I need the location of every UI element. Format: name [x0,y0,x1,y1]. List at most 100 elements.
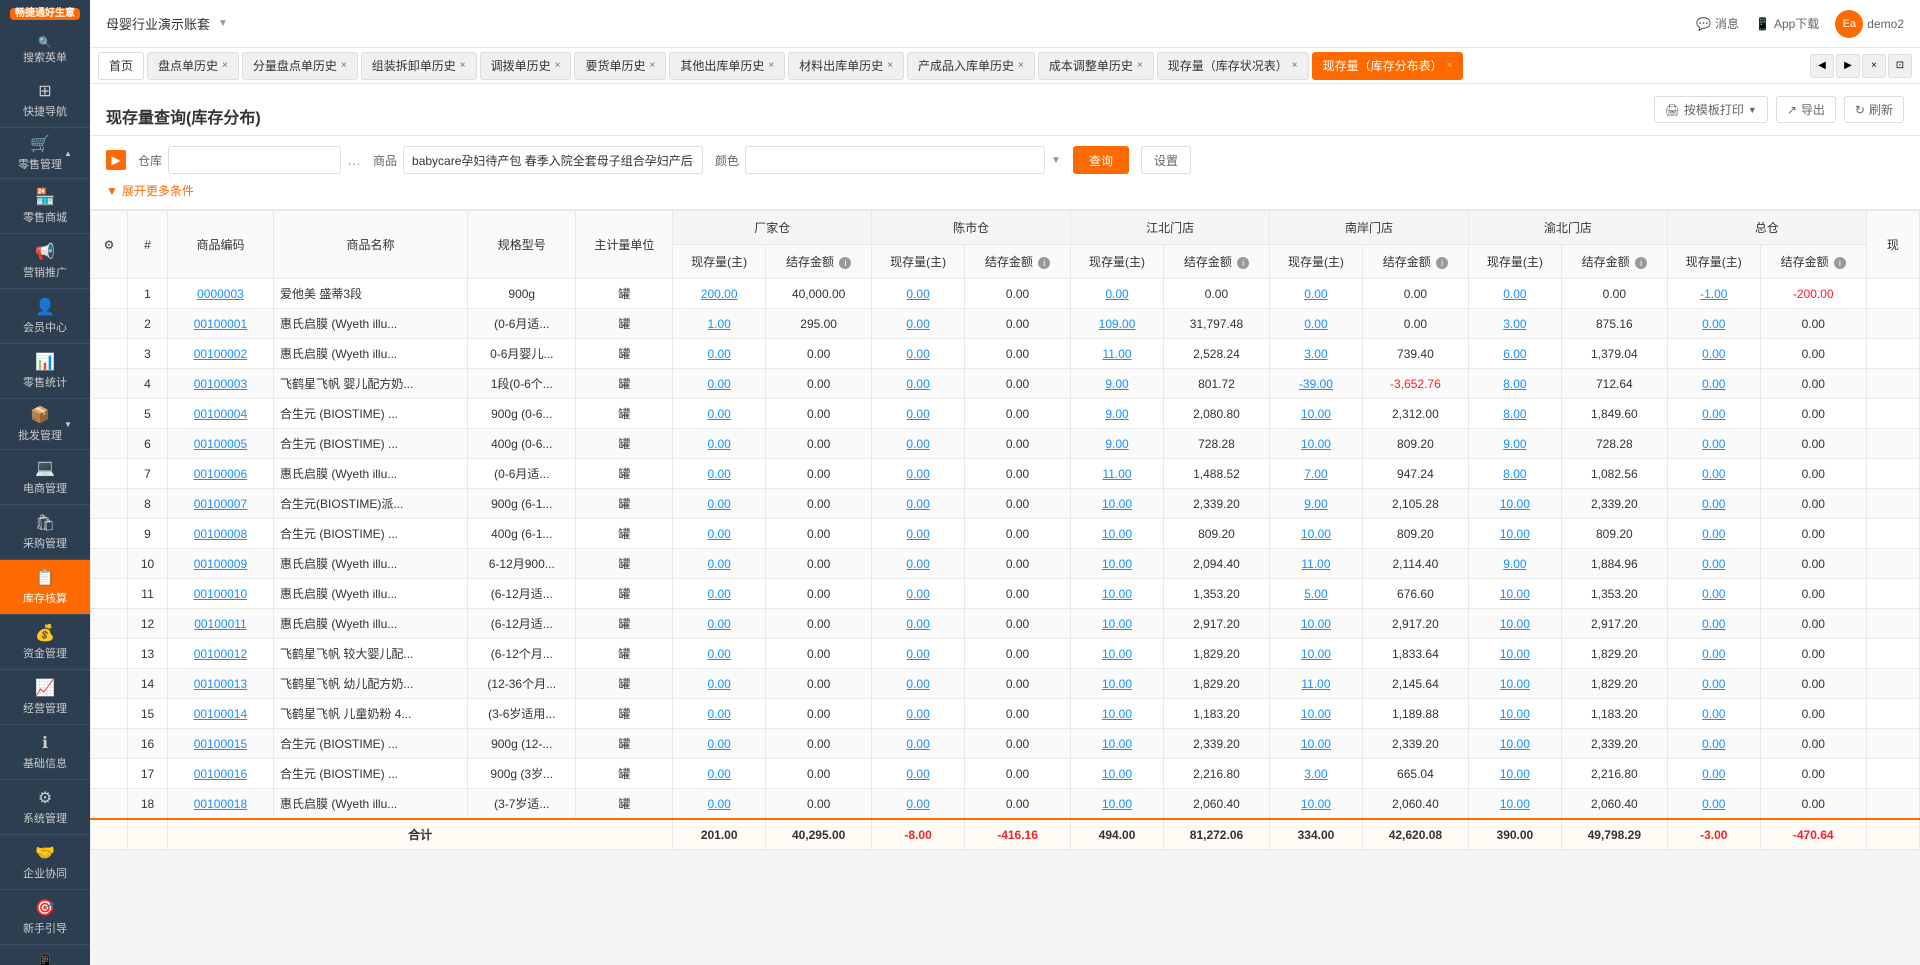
row-factory-qty[interactable]: 0.00 [673,699,766,729]
sidebar-item-app-center[interactable]: 📱 应用中心 [0,945,90,965]
row-factory-qty[interactable]: 0.00 [673,519,766,549]
row-chenshi-qty[interactable]: 0.00 [872,759,965,789]
row-factory-qty[interactable]: 0.00 [673,369,766,399]
row-nanan-qty[interactable]: 0.00 [1270,309,1363,339]
row-chenshi-qty[interactable]: 0.00 [872,309,965,339]
row-nanan-qty[interactable]: 10.00 [1270,519,1363,549]
row-yubei-qty[interactable]: 10.00 [1468,789,1561,820]
jiangbei-amt-info-icon[interactable]: i [1237,257,1249,269]
row-jiangbei-qty[interactable]: 10.00 [1071,579,1164,609]
row-jiangbei-qty[interactable]: 9.00 [1071,429,1164,459]
row-yubei-qty[interactable]: 10.00 [1468,579,1561,609]
row-chenshi-qty[interactable]: 0.00 [872,339,965,369]
sidebar-item-retail-mgmt[interactable]: 🛒 零售管理 ▲ [0,128,90,179]
nav-expand-button[interactable]: ⊡ [1888,54,1912,78]
row-total-qty[interactable]: 0.00 [1667,369,1760,399]
tab-transfer[interactable]: 调拨单历史 × [480,52,572,80]
row-yubei-qty[interactable]: 10.00 [1468,729,1561,759]
row-yubei-qty[interactable]: 10.00 [1468,519,1561,549]
row-code[interactable]: 00100007 [167,489,273,519]
row-nanan-qty[interactable]: 10.00 [1270,399,1363,429]
row-yubei-qty[interactable]: 8.00 [1468,459,1561,489]
row-chenshi-qty[interactable]: 0.00 [872,489,965,519]
nanan-amt-info-icon[interactable]: i [1436,257,1448,269]
tab-cost-adjust[interactable]: 成本调整单历史 × [1038,52,1154,80]
row-factory-qty[interactable]: 0.00 [673,639,766,669]
row-chenshi-qty[interactable]: 0.00 [872,699,965,729]
tab-home[interactable]: 首页 [98,52,144,80]
row-jiangbei-qty[interactable]: 9.00 [1071,399,1164,429]
close-icon[interactable]: × [887,60,893,71]
sidebar-item-retail-stats[interactable]: 📊 零售统计 [0,344,90,399]
row-code[interactable]: 00100005 [167,429,273,459]
settings-icon[interactable]: ⚙ [104,238,115,252]
close-icon[interactable]: × [1447,60,1453,71]
row-total-qty[interactable]: -1.00 [1667,279,1760,309]
row-code[interactable]: 0000003 [167,279,273,309]
close-icon[interactable]: × [1292,60,1298,71]
tab-order[interactable]: 要货单历史 × [574,52,666,80]
row-total-qty[interactable]: 0.00 [1667,399,1760,429]
tab-product-in[interactable]: 产成品入库单历史 × [907,52,1035,80]
sidebar-item-quicknav[interactable]: ⊞ 快捷导航 [0,73,90,128]
row-factory-qty[interactable]: 1.00 [673,309,766,339]
tab-partial-stocktake[interactable]: 分量盘点单历史 × [242,52,358,80]
row-yubei-qty[interactable]: 8.00 [1468,399,1561,429]
filter-toggle-button[interactable]: ▶ [106,150,126,170]
sidebar-item-search[interactable]: 🔍 搜索英单 [0,28,90,73]
dropdown-arrow-icon[interactable]: ▼ [218,18,228,29]
row-code[interactable]: 00100008 [167,519,273,549]
row-code[interactable]: 00100012 [167,639,273,669]
print-button[interactable]: 🖨 按模板打印 ▼ [1654,96,1768,123]
expand-conditions-button[interactable]: ▼ 展开更多条件 [106,182,1904,199]
row-nanan-qty[interactable]: 10.00 [1270,729,1363,759]
row-code[interactable]: 00100004 [167,399,273,429]
row-yubei-qty[interactable]: 10.00 [1468,759,1561,789]
row-code[interactable]: 00100001 [167,309,273,339]
row-nanan-qty[interactable]: 9.00 [1270,489,1363,519]
row-chenshi-qty[interactable]: 0.00 [872,519,965,549]
total-amt-info-icon[interactable]: i [1834,257,1846,269]
sidebar-item-ecommerce[interactable]: 💻 电商管理 [0,450,90,505]
row-jiangbei-qty[interactable]: 10.00 [1071,729,1164,759]
row-factory-qty[interactable]: 0.00 [673,759,766,789]
row-chenshi-qty[interactable]: 0.00 [872,459,965,489]
close-icon[interactable]: × [1018,60,1024,71]
row-yubei-qty[interactable]: 3.00 [1468,309,1561,339]
close-icon[interactable]: × [222,60,228,71]
row-chenshi-qty[interactable]: 0.00 [872,609,965,639]
tab-material-out[interactable]: 材料出库单历史 × [788,52,904,80]
close-icon[interactable]: × [555,60,561,71]
yubei-amt-info-icon[interactable]: i [1635,257,1647,269]
row-nanan-qty[interactable]: 11.00 [1270,669,1363,699]
refresh-button[interactable]: ↻ 刷新 [1844,96,1904,123]
row-yubei-qty[interactable]: 10.00 [1468,699,1561,729]
row-yubei-qty[interactable]: 10.00 [1468,489,1561,519]
row-total-qty[interactable]: 0.00 [1667,309,1760,339]
row-code[interactable]: 00100015 [167,729,273,759]
row-code[interactable]: 00100018 [167,789,273,820]
row-total-qty[interactable]: 0.00 [1667,639,1760,669]
factory-amt-info-icon[interactable]: i [839,257,851,269]
user-profile[interactable]: Ea demo2 [1835,10,1904,38]
warehouse-ellipsis-button[interactable]: … [347,152,361,168]
row-jiangbei-qty[interactable]: 10.00 [1071,639,1164,669]
row-jiangbei-qty[interactable]: 0.00 [1071,279,1164,309]
row-chenshi-qty[interactable]: 0.00 [872,549,965,579]
sidebar-item-purchase[interactable]: 🛍 采购管理 [0,505,90,560]
row-nanan-qty[interactable]: 3.00 [1270,339,1363,369]
close-icon[interactable]: × [460,60,466,71]
close-icon[interactable]: × [768,60,774,71]
row-code[interactable]: 00100009 [167,549,273,579]
row-nanan-qty[interactable]: 3.00 [1270,759,1363,789]
settings-button[interactable]: 设置 [1141,146,1191,174]
sidebar-item-guide[interactable]: 🎯 新手引导 [0,890,90,945]
query-button[interactable]: 查询 [1073,146,1129,174]
row-total-qty[interactable]: 0.00 [1667,459,1760,489]
row-yubei-qty[interactable]: 10.00 [1468,609,1561,639]
row-code[interactable]: 00100002 [167,339,273,369]
row-factory-qty[interactable]: 0.00 [673,669,766,699]
row-total-qty[interactable]: 0.00 [1667,699,1760,729]
row-code[interactable]: 00100014 [167,699,273,729]
close-icon[interactable]: × [1137,60,1143,71]
